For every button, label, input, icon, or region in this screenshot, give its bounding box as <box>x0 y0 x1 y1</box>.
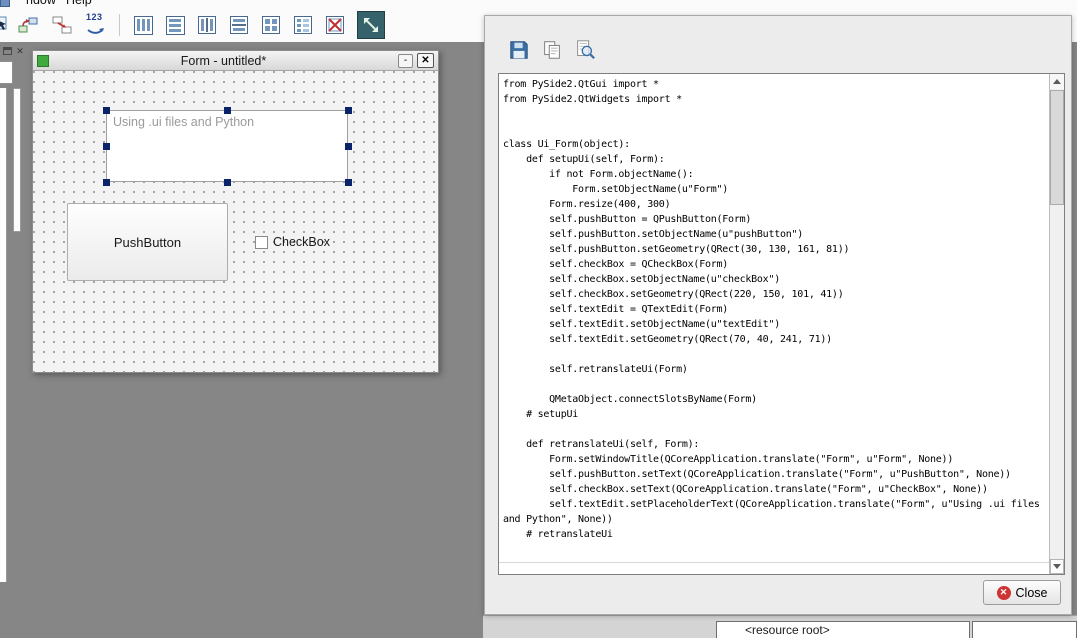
code-editor: from PySide2.QtGui import * from PySide2… <box>498 73 1065 575</box>
resource-tree-fragment[interactable]: <resource root> <box>716 621 970 638</box>
menubar: ndow Help <box>0 0 1077 9</box>
scroll-down-button[interactable] <box>1050 559 1064 574</box>
layout-splitter-horizontal-button[interactable] <box>193 11 221 39</box>
scroll-up-button[interactable] <box>1050 74 1064 89</box>
layout-horizontal-icon <box>134 16 153 35</box>
layout-horizontal-button[interactable] <box>129 11 157 39</box>
edit-tab-order-button[interactable]: 123 <box>82 11 110 39</box>
find-button[interactable] <box>571 36 599 64</box>
form-canvas[interactable]: Using .ui files and Python PushButton Ch… <box>33 71 438 372</box>
edit-buddies-icon <box>51 14 73 36</box>
generated-code-text[interactable]: from PySide2.QtGui import * from PySide2… <box>499 74 1049 574</box>
textedit-placeholder: Using .ui files and Python <box>113 115 254 129</box>
layout-grid-icon <box>260 14 282 36</box>
selection-handle-top-left[interactable] <box>103 107 110 114</box>
checkbox-widget[interactable]: CheckBox <box>255 231 356 253</box>
selection-handle-middle-left[interactable] <box>103 143 110 150</box>
save-icon <box>508 39 530 61</box>
form-window-titlebar[interactable]: Form - untitled* - ✕ <box>33 51 438 71</box>
close-icon: ✕ <box>16 46 24 57</box>
layout-form-button[interactable] <box>289 11 317 39</box>
break-layout-icon <box>324 14 346 36</box>
form-minimize-button[interactable]: - <box>398 54 413 68</box>
form-window-icon <box>37 55 49 67</box>
close-button-label: Close <box>1016 586 1048 600</box>
widgetbox-scrollbar-fragment[interactable] <box>13 88 21 232</box>
layout-grid-button[interactable] <box>257 11 285 39</box>
form-close-button[interactable]: ✕ <box>417 53 434 68</box>
app-icon <box>0 0 10 7</box>
break-layout-button[interactable] <box>321 11 349 39</box>
find-icon <box>574 39 596 61</box>
layout-splitter-vertical-icon <box>228 14 250 36</box>
selection-handle-bottom-middle[interactable] <box>224 179 231 186</box>
selection-handle-bottom-left[interactable] <box>103 179 110 186</box>
dock-float-button[interactable] <box>1 45 13 57</box>
menu-help[interactable]: Help <box>66 0 92 7</box>
close-button[interactable]: ✕ Close <box>983 580 1061 605</box>
selection-handle-bottom-right[interactable] <box>345 179 352 186</box>
dock-close-button[interactable]: ✕ <box>14 45 26 57</box>
textedit-widget[interactable]: Using .ui files and Python <box>106 110 348 182</box>
resource-root-item[interactable]: <resource root> <box>745 623 830 637</box>
layout-form-icon <box>292 14 314 36</box>
layout-splitter-horizontal-icon <box>196 14 218 36</box>
layout-vertical-button[interactable] <box>161 11 189 39</box>
bottom-window-fragment: <resource root> <box>483 615 1077 638</box>
float-icon <box>3 47 12 55</box>
selection-handle-middle-right[interactable] <box>345 143 352 150</box>
copy-icon <box>541 39 563 61</box>
edit-buddies-button[interactable] <box>48 11 76 39</box>
selection-handle-top-right[interactable] <box>345 107 352 114</box>
arrow-down-icon <box>1053 564 1061 569</box>
edit-signals-slots-icon <box>17 14 39 36</box>
menu-window[interactable]: ndow <box>26 0 56 7</box>
edit-signals-slots-button[interactable] <box>14 11 42 39</box>
scrollbar-thumb[interactable] <box>1050 90 1064 205</box>
form-designer-window: Form - untitled* - ✕ Using .ui files and… <box>32 50 439 373</box>
pushbutton-widget[interactable]: PushButton <box>67 203 228 281</box>
layout-splitter-vertical-button[interactable] <box>225 11 253 39</box>
layout-vertical-icon <box>166 16 185 35</box>
checkbox-indicator-icon[interactable] <box>255 236 268 249</box>
edit-widgets-icon <box>0 14 11 36</box>
save-button[interactable] <box>505 36 533 64</box>
toolbar-separator <box>119 14 120 36</box>
adjust-size-icon <box>360 14 382 36</box>
selection-handle-top-middle[interactable] <box>224 107 231 114</box>
widgetbox-panel-fragment <box>0 88 7 582</box>
form-window-title: Form - untitled* <box>53 54 394 68</box>
code-editor-bottom-strip <box>499 562 1049 574</box>
copy-button[interactable] <box>538 36 566 64</box>
edit-widgets-button[interactable] <box>0 11 14 39</box>
arrow-up-icon <box>1053 79 1061 84</box>
code-vertical-scrollbar[interactable] <box>1049 74 1064 574</box>
widgetbox-filter-fragment[interactable] <box>0 61 13 84</box>
adjust-size-button[interactable] <box>357 11 385 39</box>
code-preview-dialog: from PySide2.QtGui import * from PySide2… <box>484 15 1072 615</box>
tab-order-123-icon: 123 <box>86 12 103 22</box>
close-circle-icon: ✕ <box>997 586 1011 600</box>
panel-fragment <box>972 621 1077 638</box>
checkbox-label: CheckBox <box>273 235 330 249</box>
